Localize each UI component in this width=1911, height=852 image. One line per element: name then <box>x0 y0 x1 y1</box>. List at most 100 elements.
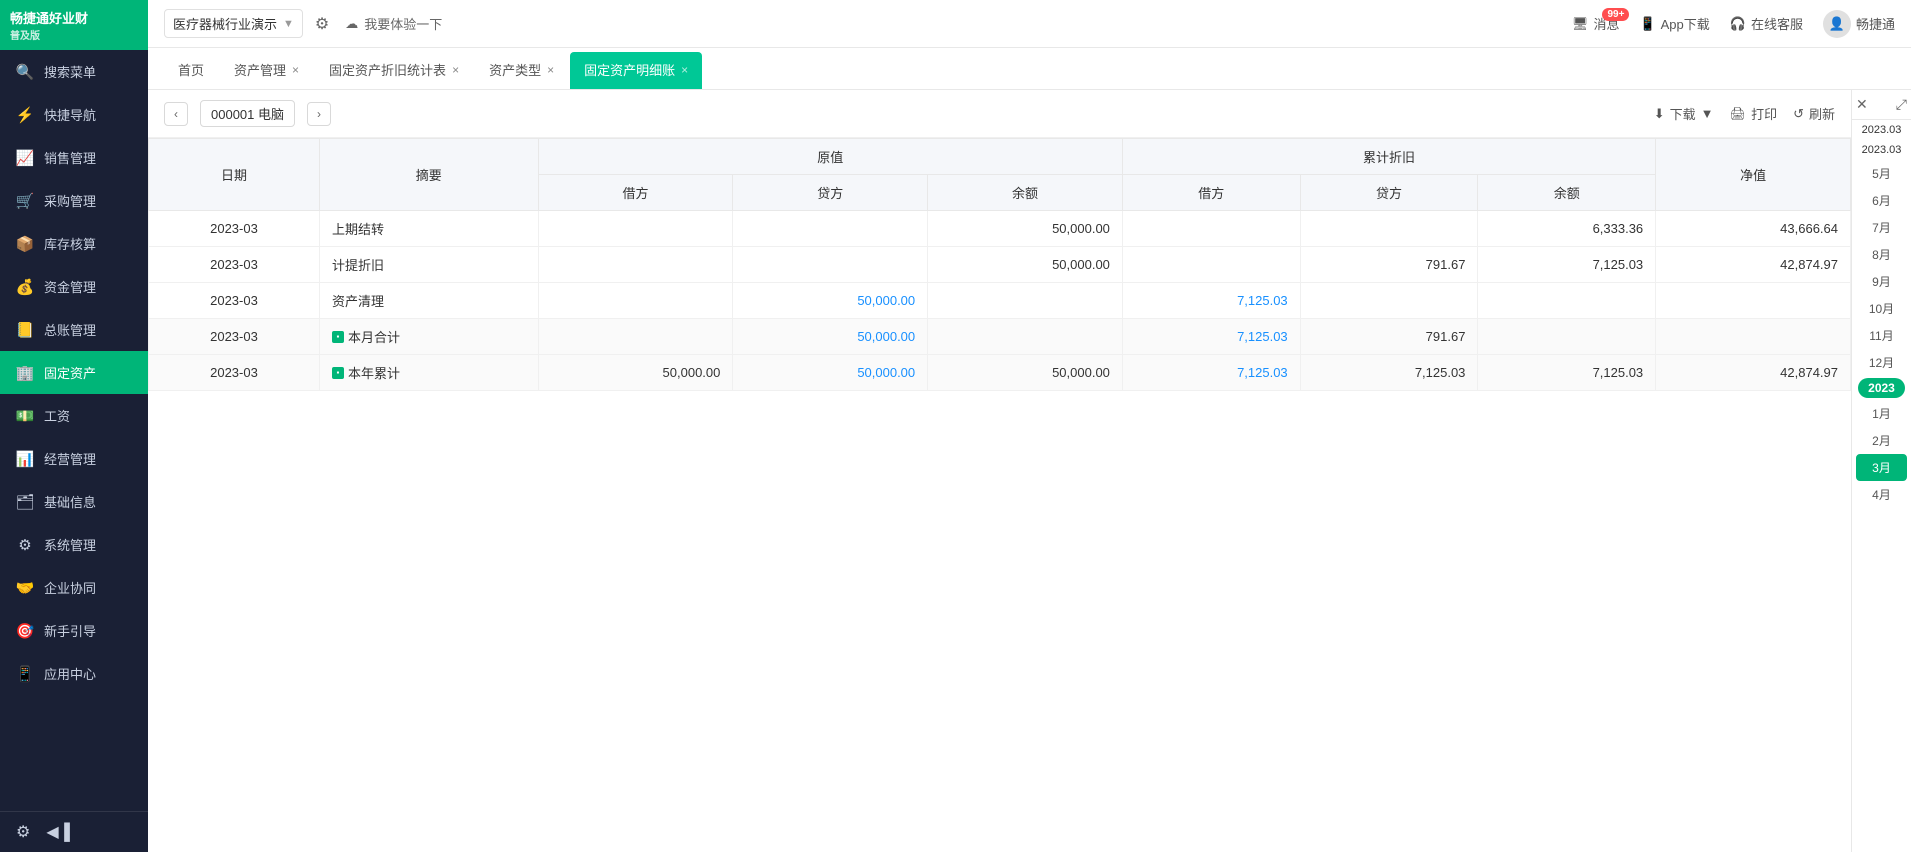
td-summary: 上期结转 <box>319 211 538 247</box>
sidebar-label-fixed-assets: 固定资产 <box>44 363 96 382</box>
sidebar: 畅捷通好业财 普及版 🔍 搜索菜单 ⚡ 快捷导航 📈 销售管理 🛒 采购管理 📦… <box>0 0 148 852</box>
side-panel-expand-icon[interactable]: ⤢ <box>1896 96 1907 113</box>
side-panel-month-2月[interactable]: 2月 <box>1852 427 1911 454</box>
sidebar-item-system[interactable]: ⚙ 系统管理 <box>0 523 148 566</box>
fixed-assets-icon: 🏢 <box>16 364 34 382</box>
settings-icon[interactable]: ⚙ <box>16 822 30 842</box>
message-btn[interactable]: 🖥 消息 99+ <box>1572 14 1620 33</box>
side-panel-month-6月[interactable]: 6月 <box>1852 187 1911 214</box>
td-dep-balance <box>1478 319 1656 355</box>
td-dep-debit <box>1122 211 1300 247</box>
topbar-right: 🖥 消息 99+ 📱 App下载 🎧 在线客服 👤 畅捷通 <box>1572 10 1895 38</box>
customer-service-btn[interactable]: 🎧 在线客服 <box>1730 14 1803 33</box>
sidebar-item-sales[interactable]: 📈 销售管理 <box>0 136 148 179</box>
sidebar-item-inventory[interactable]: 📦 库存核算 <box>0 222 148 265</box>
tab-固定资产折旧统计表[interactable]: 固定资产折旧统计表× <box>315 52 473 89</box>
side-panel-month-5月[interactable]: 5月 <box>1852 160 1911 187</box>
message-badge: 99+ <box>1602 8 1629 21</box>
tab-固定资产明细账[interactable]: 固定资产明细账× <box>570 52 702 89</box>
company-name: 医疗器械行业演示 <box>173 14 277 33</box>
side-panel-month-1月[interactable]: 1月 <box>1852 400 1911 427</box>
sidebar-item-guide[interactable]: 🎯 新手引导 <box>0 609 148 652</box>
th-net-value: 净值 <box>1656 139 1851 211</box>
td-dep-balance: 7,125.03 <box>1478 355 1656 391</box>
side-panel-month-3月[interactable]: 3月 <box>1856 454 1907 481</box>
experience-btn[interactable]: ☁ 我要体验一下 <box>345 14 442 33</box>
app-center-icon: 📱 <box>16 665 34 683</box>
side-panel-month-7月[interactable]: 7月 <box>1852 214 1911 241</box>
inventory-icon: 📦 <box>16 235 34 253</box>
th-original-value: 原值 <box>538 139 1122 175</box>
th-dep-balance: 余额 <box>1478 175 1656 211</box>
sidebar-item-purchase[interactable]: 🛒 采购管理 <box>0 179 148 222</box>
tab-close-icon[interactable]: × <box>452 63 459 77</box>
sidebar-item-ledger[interactable]: 📒 总账管理 <box>0 308 148 351</box>
sidebar-item-cooperation[interactable]: 🤝 企业协同 <box>0 566 148 609</box>
tab-label: 资产管理 <box>234 60 286 79</box>
tab-资产管理[interactable]: 资产管理 × <box>220 52 313 89</box>
tab-close-icon[interactable]: × <box>547 63 554 77</box>
tab-label: 首页 <box>178 60 204 79</box>
next-asset-btn[interactable]: › <box>307 102 331 126</box>
td-orig-debit: 50,000.00 <box>538 355 733 391</box>
tab-close-icon[interactable]: × <box>292 63 299 77</box>
side-panel-close-icon[interactable]: ✕ <box>1856 96 1868 113</box>
avatar: 👤 <box>1823 10 1851 38</box>
td-net-value: 42,874.97 <box>1656 247 1851 283</box>
sidebar-item-app-center[interactable]: 📱 应用中心 <box>0 652 148 695</box>
download-btn[interactable]: ⬇ 下载 ▼ <box>1654 104 1714 123</box>
table-row: 2023-03 ▪ 本年累计 50,000.00 50,000.00 50,00… <box>149 355 1851 391</box>
app-download-icon: 📱 <box>1639 16 1655 32</box>
tab-close-icon[interactable]: × <box>681 63 688 77</box>
td-summary: ▪ 本月合计 <box>319 319 538 355</box>
company-chevron-icon: ▼ <box>283 18 294 30</box>
asset-toolbar: ‹ 000001 电脑 › ⬇ 下载 ▼ 🖨 打印 ↺ 刷新 <box>148 90 1851 138</box>
td-orig-debit <box>538 211 733 247</box>
main-content: ‹ 000001 电脑 › ⬇ 下载 ▼ 🖨 打印 ↺ 刷新 <box>148 90 1851 852</box>
basic-info-icon: 🗂 <box>16 493 34 511</box>
side-panel-month-4月[interactable]: 4月 <box>1852 481 1911 508</box>
side-panel-month-8月[interactable]: 8月 <box>1852 241 1911 268</box>
tab-首页[interactable]: 首页 <box>164 52 218 89</box>
td-date: 2023-03 <box>149 283 320 319</box>
th-orig-balance: 余额 <box>928 175 1123 211</box>
sidebar-item-basic-info[interactable]: 🗂 基础信息 <box>0 480 148 523</box>
td-net-value <box>1656 283 1851 319</box>
sidebar-item-search[interactable]: 🔍 搜索菜单 <box>0 50 148 93</box>
app-download-btn[interactable]: 📱 App下载 <box>1639 14 1709 33</box>
download-chevron-icon: ▼ <box>1701 106 1714 121</box>
side-panel-month-12月[interactable]: 12月 <box>1852 349 1911 376</box>
user-profile-btn[interactable]: 👤 畅捷通 <box>1823 10 1895 38</box>
td-orig-balance: 50,000.00 <box>928 247 1123 283</box>
td-dep-credit: 791.67 <box>1300 247 1478 283</box>
side-panel: ✕ ⤢ 2023.032023.035月6月7月8月9月10月11月12月202… <box>1851 90 1911 852</box>
settings-gear-icon[interactable]: ⚙ <box>315 14 329 34</box>
tab-资产类型[interactable]: 资产类型× <box>475 52 568 89</box>
tabbar: 首页资产管理×固定资产折旧统计表×资产类型×固定资产明细账× <box>148 48 1911 90</box>
company-selector[interactable]: 医疗器械行业演示 ▼ <box>164 9 303 38</box>
td-net-value: 42,874.97 <box>1656 355 1851 391</box>
prev-asset-btn[interactable]: ‹ <box>164 102 188 126</box>
main-area: 医疗器械行业演示 ▼ ⚙ ☁ 我要体验一下 🖥 消息 99+ 📱 App下载 🎧… <box>148 0 1911 852</box>
sidebar-item-payroll[interactable]: 💵 工资 <box>0 394 148 437</box>
sidebar-item-fixed-assets[interactable]: 🏢 固定资产 <box>0 351 148 394</box>
refresh-btn[interactable]: ↺ 刷新 <box>1793 104 1835 123</box>
td-orig-balance <box>928 283 1123 319</box>
experience-icon: ☁ <box>345 16 358 32</box>
quick-nav-icon: ⚡ <box>16 106 34 124</box>
sidebar-item-funds[interactable]: 💰 资金管理 <box>0 265 148 308</box>
side-panel-header: ✕ ⤢ <box>1852 90 1911 120</box>
side-panel-year-2023[interactable]: 2023 <box>1858 378 1905 398</box>
table-row: 2023-03 计提折旧 50,000.00 791.67 7,125.03 4… <box>149 247 1851 283</box>
sidebar-item-quick-nav[interactable]: ⚡ 快捷导航 <box>0 93 148 136</box>
sidebar-label-purchase: 采购管理 <box>44 191 96 210</box>
side-panel-month-11月[interactable]: 11月 <box>1852 322 1911 349</box>
content-wrapper: ‹ 000001 电脑 › ⬇ 下载 ▼ 🖨 打印 ↺ 刷新 <box>148 90 1911 852</box>
td-dep-balance <box>1478 283 1656 319</box>
side-panel-month-10月[interactable]: 10月 <box>1852 295 1911 322</box>
print-btn[interactable]: 🖨 打印 <box>1730 104 1778 123</box>
sidebar-item-operations[interactable]: 📊 经营管理 <box>0 437 148 480</box>
collapse-icon[interactable]: ◀▐ <box>46 822 70 842</box>
th-orig-credit: 贷方 <box>733 175 928 211</box>
side-panel-month-9月[interactable]: 9月 <box>1852 268 1911 295</box>
